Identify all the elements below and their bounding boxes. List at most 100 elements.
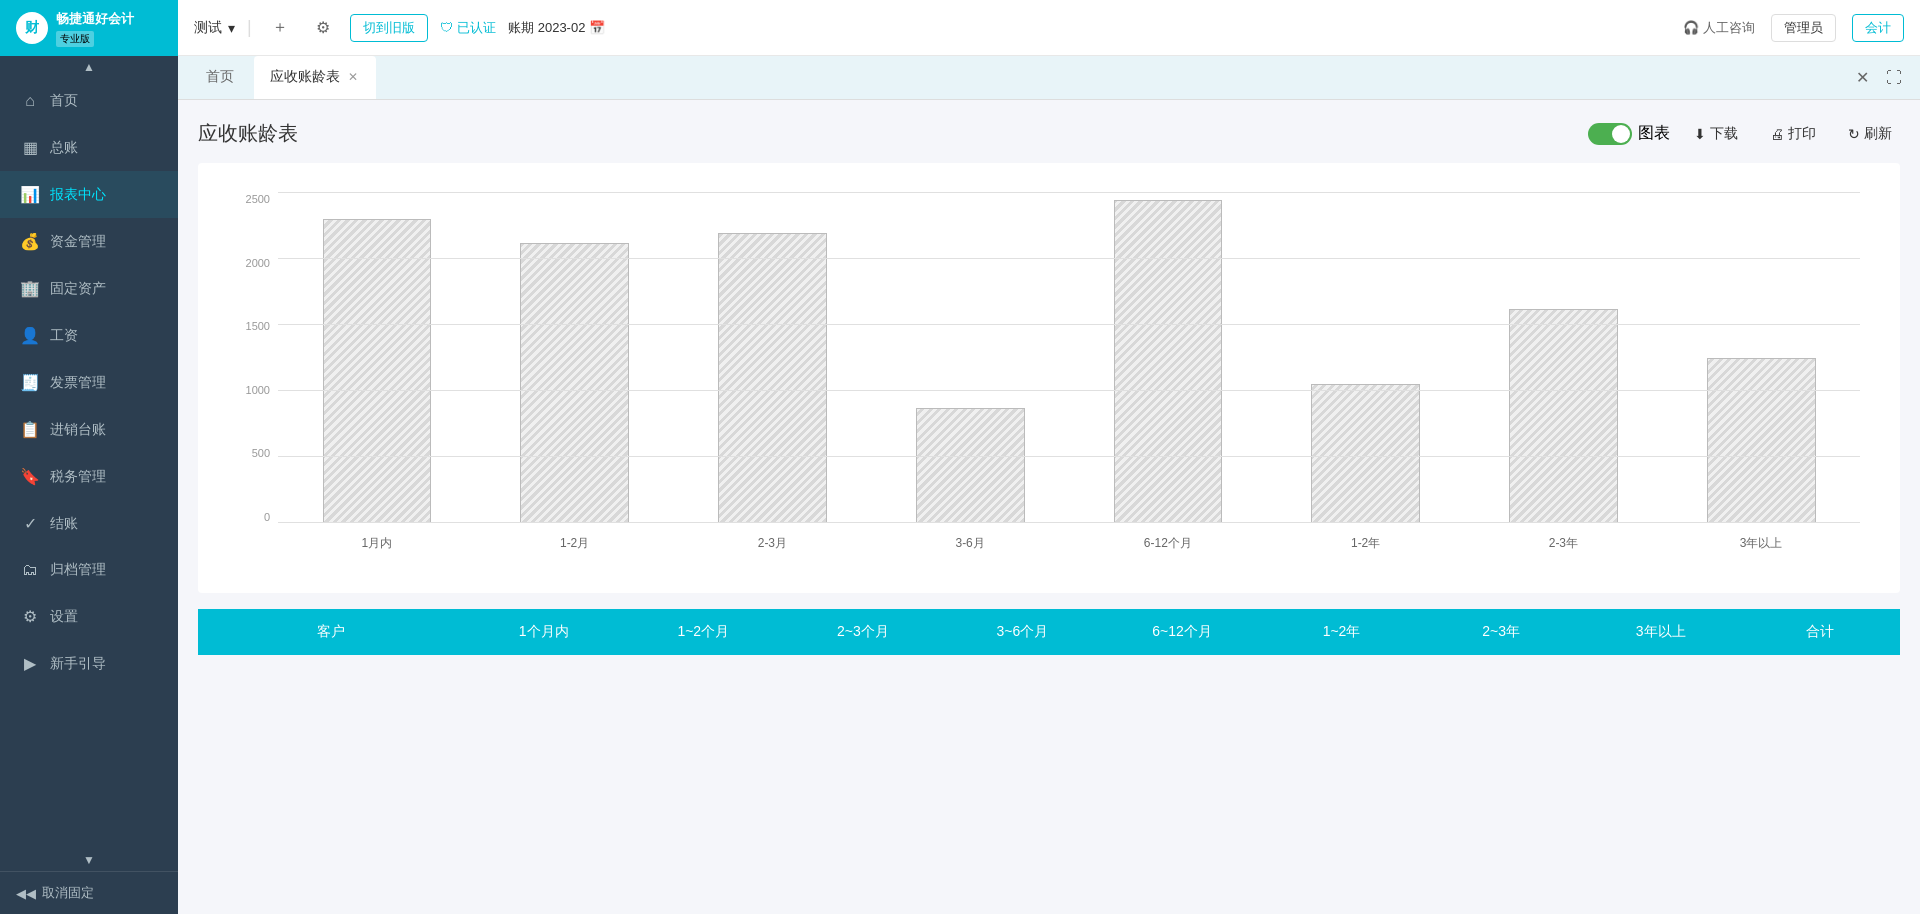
bar-1 <box>520 243 629 524</box>
sidebar-item-guide[interactable]: ▶ 新手引导 <box>0 640 178 687</box>
chart-grid <box>278 193 1860 523</box>
grid-line-500 <box>278 456 1860 457</box>
bar-0 <box>323 219 432 523</box>
page-actions: 图表 ⬇ 下载 🖨 打印 ↻ 刷新 <box>1588 121 1900 147</box>
bar-4 <box>1114 200 1223 523</box>
tax-icon: 🔖 <box>20 467 40 486</box>
scroll-up-arrow[interactable]: ▲ <box>0 56 178 78</box>
tab-label-1: 应收账龄表 <box>270 68 340 86</box>
sidebar-item-sales[interactable]: 📋 进销台账 <box>0 406 178 453</box>
bar-group-6 <box>1465 193 1663 523</box>
sidebar-item-funds[interactable]: 💰 资金管理 <box>0 218 178 265</box>
table-header-6: 1~2年 <box>1262 609 1422 655</box>
table-header-5: 6~12个月 <box>1102 609 1262 655</box>
sidebar-label-archive: 归档管理 <box>50 561 106 579</box>
table-header: 客户1个月内1~2个月2~3个月3~6个月6~12个月1~2年2~3年3年以上合… <box>198 609 1900 655</box>
logo-icon: 财 <box>16 12 48 44</box>
x-label-5: 1-2年 <box>1267 523 1465 563</box>
guide-icon: ▶ <box>20 654 40 673</box>
sidebar-item-settings[interactable]: ⚙ 设置 <box>0 593 178 640</box>
sidebar-item-home[interactable]: ⌂ 首页 <box>0 78 178 124</box>
x-label-1: 1-2月 <box>476 523 674 563</box>
bar-2 <box>718 233 827 523</box>
sales-icon: 📋 <box>20 420 40 439</box>
page-header: 应收账龄表 图表 ⬇ 下载 🖨 打印 ↻ <box>198 120 1900 147</box>
home-icon: ⌂ <box>20 92 40 110</box>
tab-1[interactable]: 应收账龄表 ✕ <box>254 56 376 99</box>
grid-line-2000 <box>278 258 1860 259</box>
sidebar-label-reports: 报表中心 <box>50 186 106 204</box>
headset-icon: 🎧 <box>1683 20 1699 35</box>
download-button[interactable]: ⬇ 下载 <box>1686 121 1746 147</box>
x-label-2: 2-3月 <box>674 523 872 563</box>
table-header-8: 3年以上 <box>1581 609 1741 655</box>
sidebar-item-salary[interactable]: 👤 工资 <box>0 312 178 359</box>
sidebar-label-settings: 设置 <box>50 608 78 626</box>
sidebar-label-close: 结账 <box>50 515 78 533</box>
sidebar-item-archive[interactable]: 🗂 归档管理 <box>0 547 178 593</box>
x-axis: 1月内1-2月2-3月3-6月6-12个月1-2年2-3年3年以上 <box>278 523 1860 563</box>
shield-icon: 🛡 <box>440 20 453 35</box>
sidebar: 财 畅捷通好会计 专业版 ▲ ⌂ 首页 ▦ 总账 📊 报表中心 💰 资金管理 🏢… <box>0 0 178 914</box>
bar-group-7 <box>1662 193 1860 523</box>
print-icon: 🖨 <box>1770 126 1784 142</box>
y-axis: 0 500 1000 1500 2000 2500 <box>228 193 278 523</box>
calendar-icon[interactable]: 📅 <box>589 20 605 35</box>
sidebar-label-funds: 资金管理 <box>50 233 106 251</box>
print-button[interactable]: 🖨 打印 <box>1762 121 1824 147</box>
bar-group-1 <box>476 193 674 523</box>
module-selector[interactable]: 测试 ▾ <box>194 19 235 37</box>
refresh-button[interactable]: ↻ 刷新 <box>1840 121 1900 147</box>
sidebar-label-tax: 税务管理 <box>50 468 106 486</box>
unpin-label: 取消固定 <box>42 884 94 902</box>
role-button[interactable]: 会计 <box>1852 14 1904 42</box>
tab-close-1[interactable]: ✕ <box>346 68 360 86</box>
add-button[interactable]: ＋ <box>264 13 296 42</box>
x-label-3: 3-6月 <box>871 523 1069 563</box>
bar-5 <box>1311 384 1420 523</box>
close-window-button[interactable]: ✕ <box>1848 64 1876 92</box>
chart-toggle[interactable] <box>1588 123 1632 145</box>
refresh-icon: ↻ <box>1848 126 1860 142</box>
data-table: 客户1个月内1~2个月2~3个月3~6个月6~12个月1~2年2~3年3年以上合… <box>198 609 1900 655</box>
sidebar-item-assets[interactable]: 🏢 固定资产 <box>0 265 178 312</box>
sidebar-label-home: 首页 <box>50 92 78 110</box>
funds-icon: 💰 <box>20 232 40 251</box>
reports-icon: 📊 <box>20 185 40 204</box>
maximize-window-button[interactable]: ⛶ <box>1880 64 1908 92</box>
download-icon: ⬇ <box>1694 126 1706 142</box>
sidebar-item-ledger[interactable]: ▦ 总账 <box>0 124 178 171</box>
chart-area: 0 500 1000 1500 2000 2500 <box>228 183 1870 563</box>
user-button[interactable]: 管理员 <box>1771 14 1836 42</box>
sidebar-item-close[interactable]: ✓ 结账 <box>0 500 178 547</box>
sidebar-label-ledger: 总账 <box>50 139 78 157</box>
bar-7 <box>1707 358 1816 523</box>
settings-button[interactable]: ⚙ <box>308 14 338 41</box>
tab-0[interactable]: 首页 <box>190 56 250 99</box>
sidebar-label-guide: 新手引导 <box>50 655 106 673</box>
switch-version-button[interactable]: 切到旧版 <box>350 14 428 42</box>
grid-line-2500 <box>278 192 1860 193</box>
archive-icon: 🗂 <box>20 561 40 579</box>
unpin-button[interactable]: ◀◀ 取消固定 <box>0 871 178 914</box>
chart-toggle-container: 图表 <box>1588 123 1670 145</box>
scroll-down-arrow[interactable]: ▼ <box>0 849 178 871</box>
invoice-icon: 🧾 <box>20 373 40 392</box>
tab-bar: 首页 应收账龄表 ✕ ✕ ⛶ <box>178 56 1920 100</box>
sidebar-label-assets: 固定资产 <box>50 280 106 298</box>
table-header-7: 2~3年 <box>1421 609 1581 655</box>
certified-status: 🛡 已认证 <box>440 19 496 37</box>
table-header-1: 1个月内 <box>464 609 624 655</box>
sidebar-label-salary: 工资 <box>50 327 78 345</box>
help-button[interactable]: 🎧 人工咨询 <box>1683 19 1755 37</box>
sidebar-item-tax[interactable]: 🔖 税务管理 <box>0 453 178 500</box>
x-label-0: 1月内 <box>278 523 476 563</box>
period-value: 2023-02 <box>538 20 586 35</box>
sidebar-label-invoice: 发票管理 <box>50 374 106 392</box>
sidebar-item-invoice[interactable]: 🧾 发票管理 <box>0 359 178 406</box>
x-label-7: 3年以上 <box>1662 523 1860 563</box>
help-label: 人工咨询 <box>1703 19 1755 37</box>
grid-line-1000 <box>278 390 1860 391</box>
sidebar-item-reports[interactable]: 📊 报表中心 <box>0 171 178 218</box>
ledger-icon: ▦ <box>20 138 40 157</box>
